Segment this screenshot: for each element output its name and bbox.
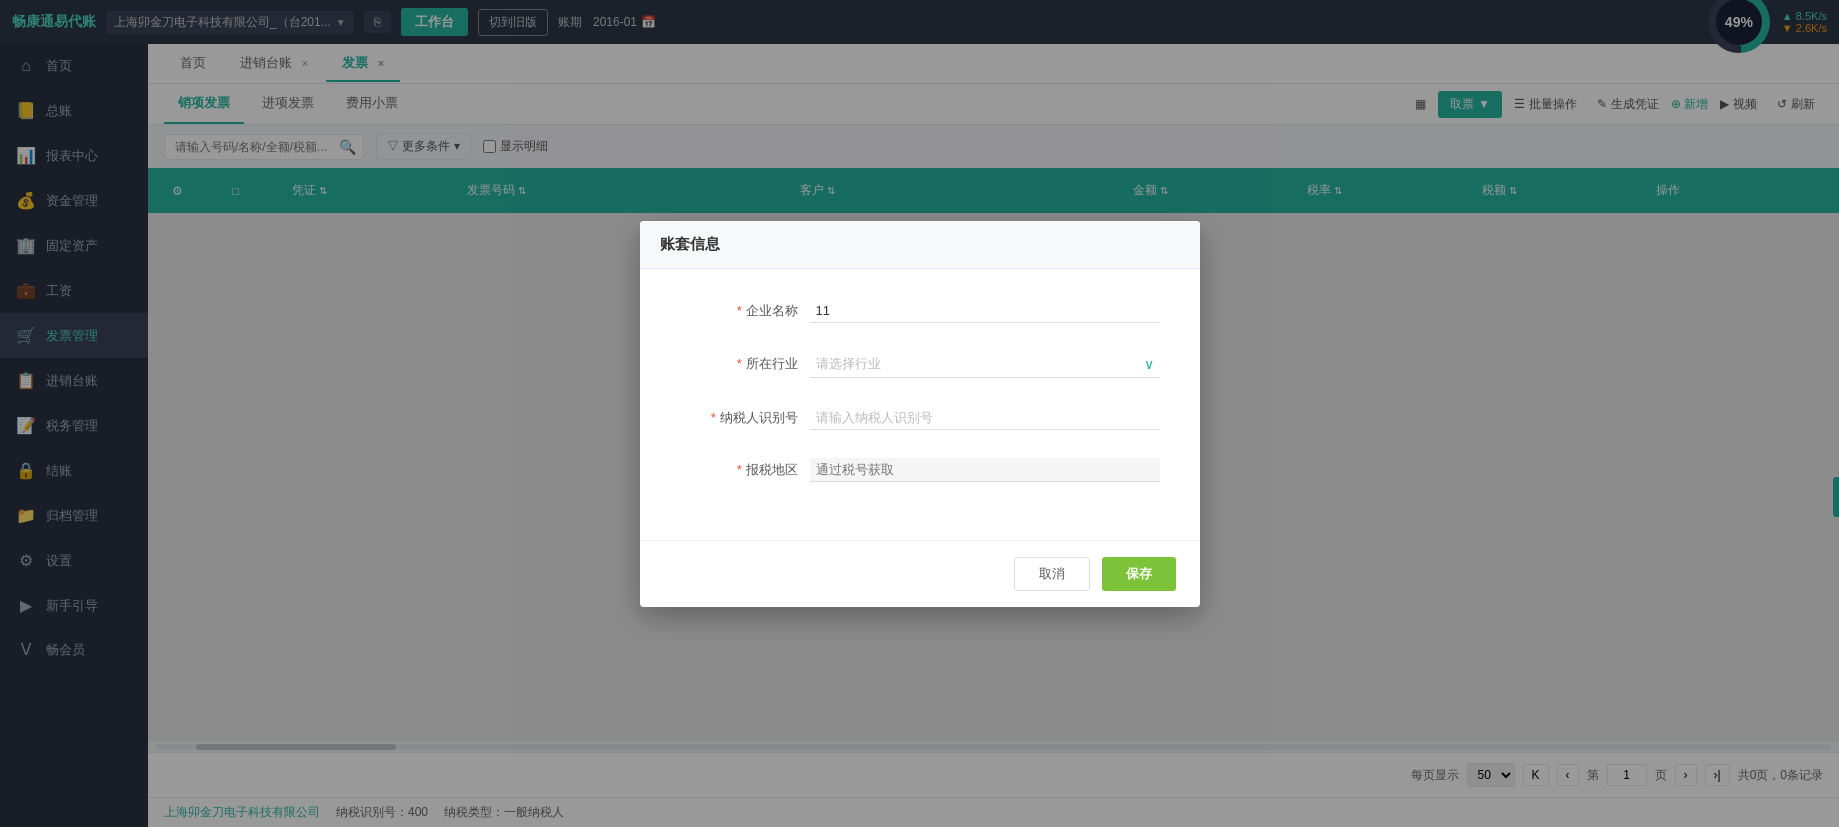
save-button[interactable]: 保存 xyxy=(1102,557,1176,591)
tax-region-input xyxy=(810,458,1160,482)
company-name-input[interactable] xyxy=(810,299,1160,323)
industry-select[interactable]: 请选择行业 ∨ xyxy=(810,351,1160,378)
industry-dropdown-icon: ∨ xyxy=(1144,356,1154,372)
label-tax-id: * 纳税人识别号 xyxy=(680,409,810,427)
label-industry: * 所在行业 xyxy=(680,355,810,373)
form-row-company: * 企业名称 xyxy=(680,299,1160,323)
modal-body: * 企业名称 * 所在行业 请选择行业 ∨ xyxy=(640,269,1200,540)
cancel-button[interactable]: 取消 xyxy=(1014,557,1090,591)
modal-title: 账套信息 xyxy=(660,235,720,252)
modal-dialog: 账套信息 * 企业名称 * 所在行业 xyxy=(640,221,1200,607)
modal-header: 账套信息 xyxy=(640,221,1200,269)
modal-footer: 取消 保存 xyxy=(640,540,1200,607)
form-row-industry: * 所在行业 请选择行业 ∨ xyxy=(680,351,1160,378)
form-row-tax-id: * 纳税人识别号 xyxy=(680,406,1160,430)
modal-overlay: 账套信息 * 企业名称 * 所在行业 xyxy=(0,0,1839,827)
tax-id-input[interactable] xyxy=(810,406,1160,430)
label-tax-region: * 报税地区 xyxy=(680,461,810,479)
app-container: 畅康通易代账 上海卯金刀电子科技有限公司_（台201... ▼ ⎘ 工作台 切到… xyxy=(0,0,1839,827)
form-row-tax-region: * 报税地区 xyxy=(680,458,1160,482)
industry-placeholder: 请选择行业 xyxy=(816,355,881,373)
label-company: * 企业名称 xyxy=(680,302,810,320)
